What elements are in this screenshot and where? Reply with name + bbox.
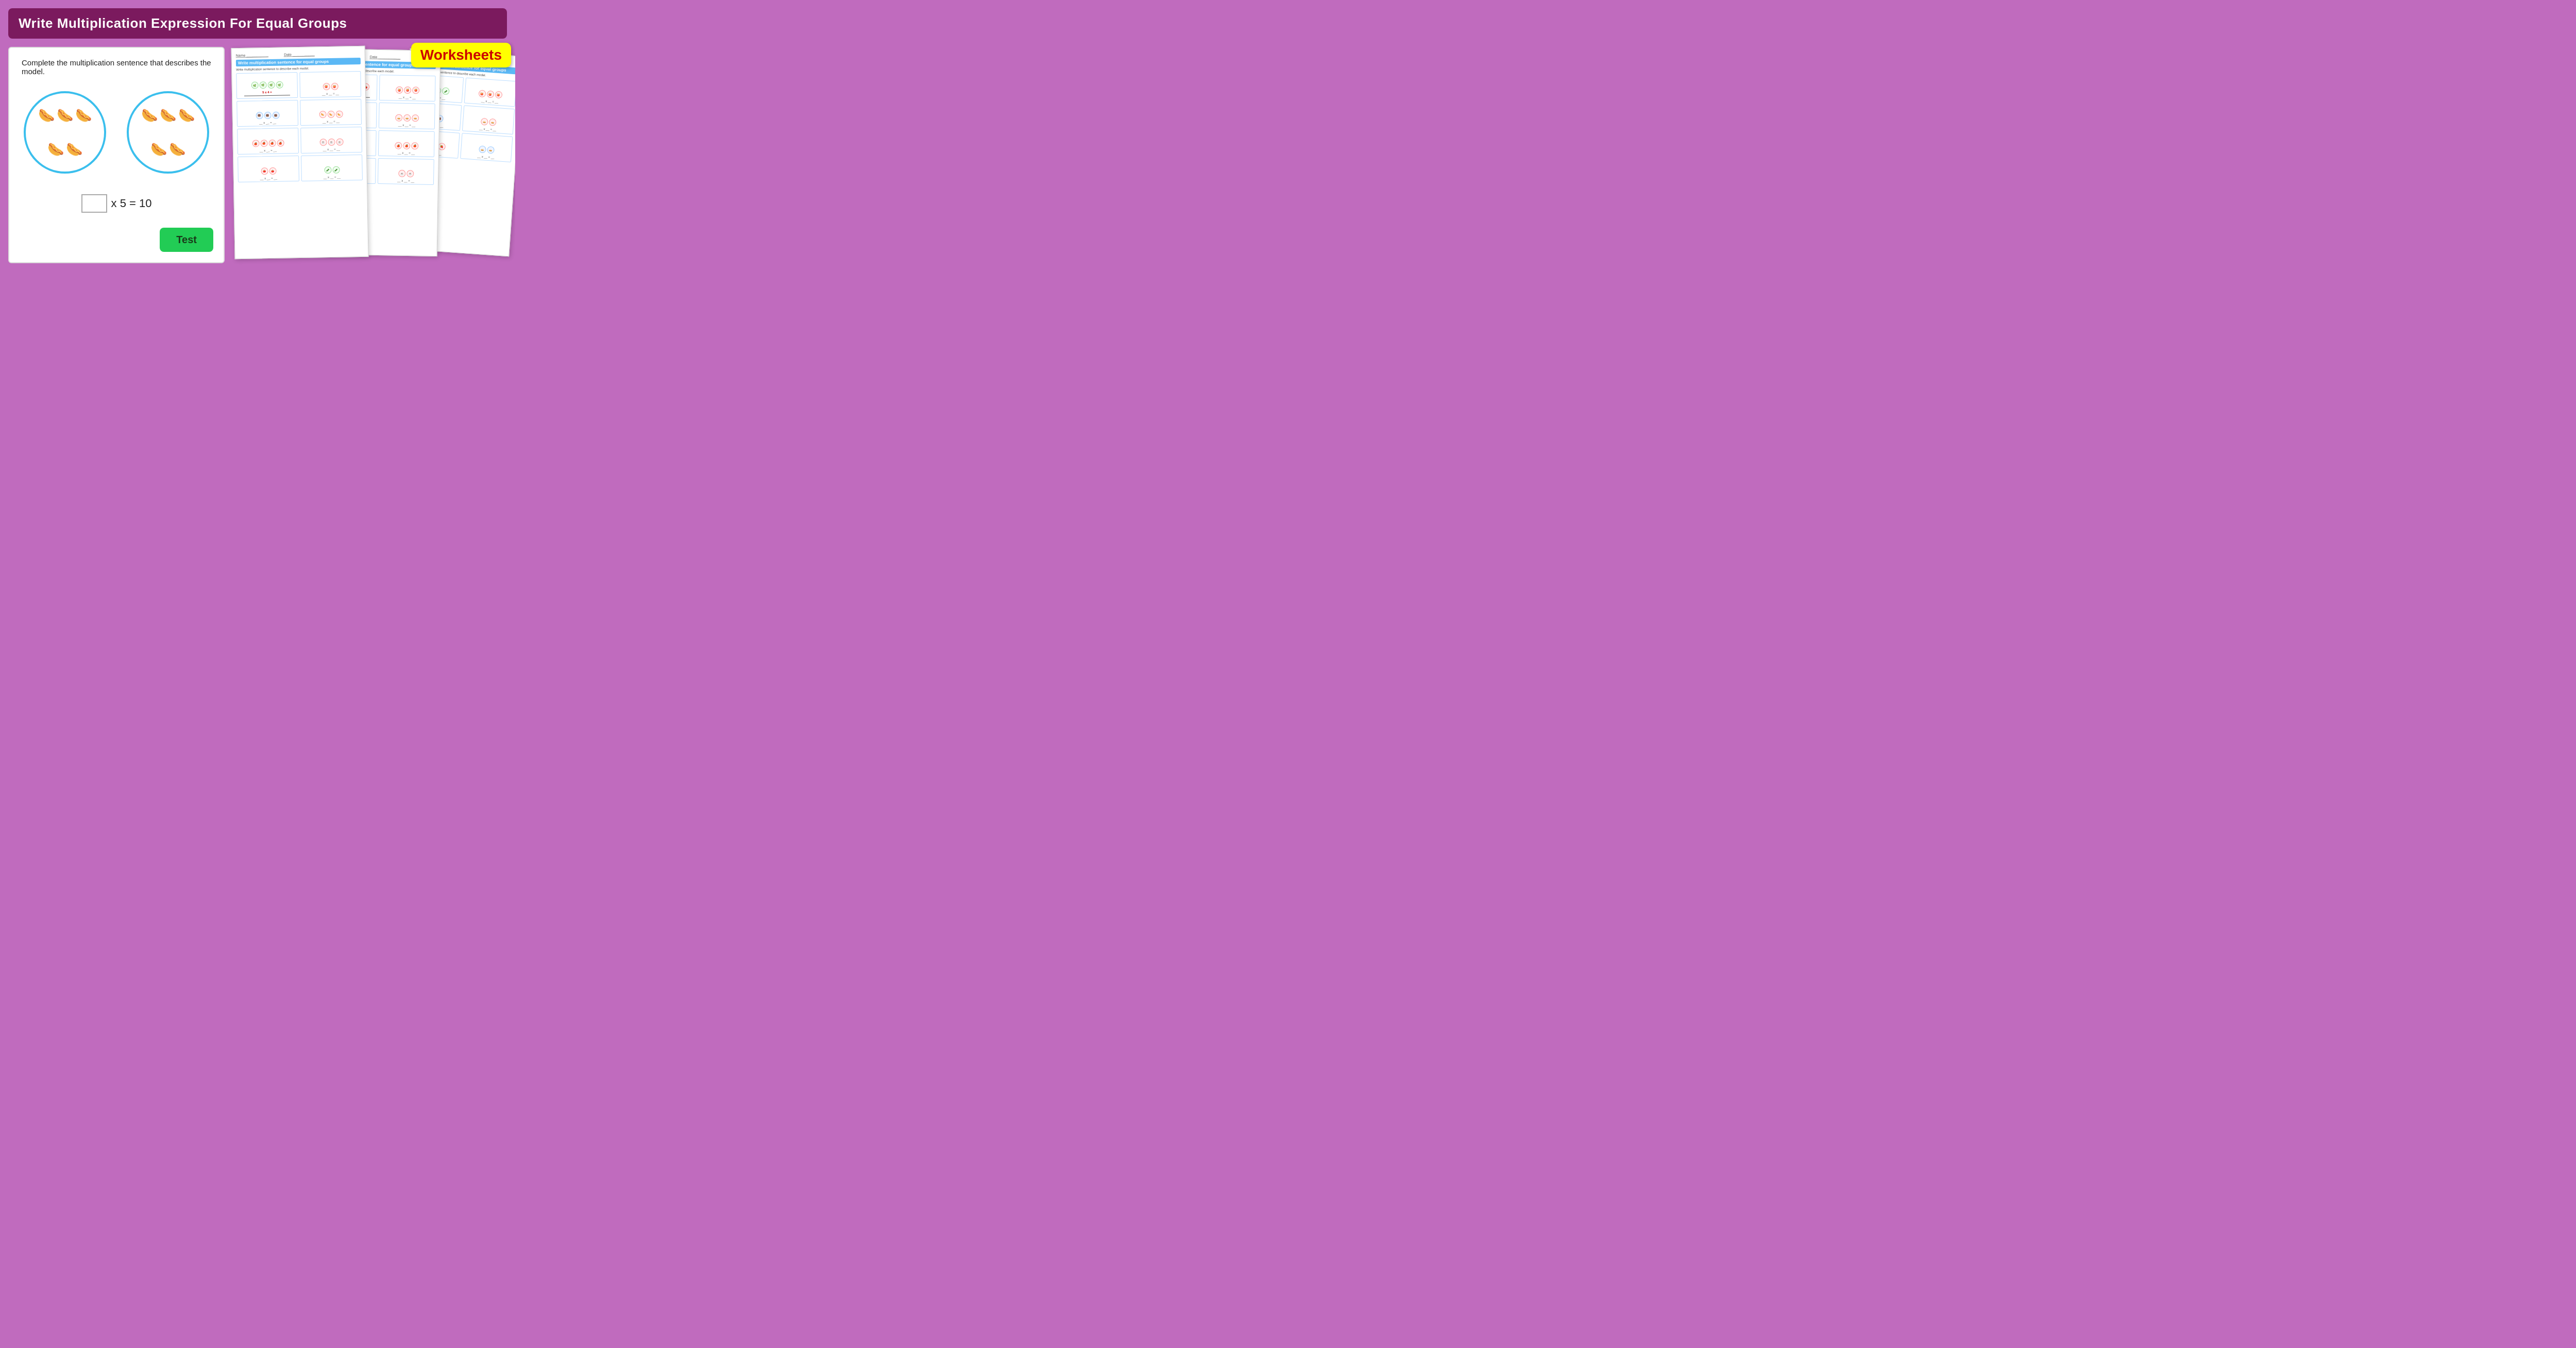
ws-back-cell-4: 🥧🥧 __ x __ = __	[462, 105, 515, 134]
hotdog-icon-8: 🌭	[178, 108, 195, 124]
worksheet-stack: Name ___________ Date ___________ Write …	[233, 47, 507, 263]
hotdog-icon-6: 🌭	[141, 108, 158, 124]
right-panel: Worksheets Name ___________ Date _______…	[233, 47, 507, 263]
ws-front-cell-4: 🌭🌭🌭 __ x __ = __	[300, 99, 362, 126]
equation-text: x 5 = 10	[111, 197, 152, 210]
ws-front-cell-8: 🥒🥒 __ x __ = __	[301, 155, 363, 181]
ws-front-subtitle: Write multiplication sentence to describ…	[236, 66, 361, 71]
hotdog-icon-9: 🌭	[150, 142, 167, 158]
equation-row: x 5 = 10	[22, 194, 211, 213]
test-button[interactable]: Test	[160, 228, 213, 252]
instruction-text: Complete the multiplication sentence tha…	[22, 58, 211, 76]
content-area: Complete the multiplication sentence tha…	[8, 47, 507, 263]
ws-front-date-label: Date ___________	[284, 52, 315, 57]
circle-group-1: 🌭 🌭 🌭 🌭 🌭	[24, 91, 106, 174]
ws-front-cell-5: 🍎🍎🍎🍎 __ x __ = __	[237, 128, 299, 155]
ws-back-cell-2: 🍑🍑🍑 __ x __ = __	[464, 77, 515, 107]
hotdog-icon-7: 🌭	[160, 108, 176, 124]
hotdog-icon-4: 🌭	[47, 142, 64, 158]
page-title: Write Multiplication Expression For Equa…	[19, 15, 497, 31]
hotdog-icon-1: 🌭	[38, 108, 55, 124]
ws-front-cell-7: 🍅🍅 __ x __ = __	[238, 156, 299, 182]
ws-front-grid: 🌿🌿🌿🌿 5 x 4 = 🍑🍑 __ x __ = __ 🐻🐻🐻 __ x __…	[236, 71, 363, 182]
ws-front-title: Write multiplication sentence for equal …	[236, 58, 361, 66]
ws-front-cell-1: 🌿🌿🌿🌿 5 x 4 =	[236, 72, 298, 99]
header-bar: Write Multiplication Expression For Equa…	[8, 8, 507, 39]
ws-front-name-label: Name ___________	[236, 53, 269, 58]
worksheet-front: Name ___________ Date ___________ Write …	[231, 46, 368, 259]
ws-front-cell-2: 🍑🍑 __ x __ = __	[299, 71, 361, 98]
ws-back-cell-6: 🥧🥧 __ x __ = __	[460, 133, 513, 162]
ws-front-highlight-eq: 5 x 4 =	[262, 91, 272, 94]
ws-mid-date-label: Date ___________	[370, 55, 401, 60]
hotdog-icon-2: 🌭	[57, 108, 73, 124]
hotdog-icon-5: 🌭	[66, 142, 82, 158]
worksheets-badge[interactable]: Worksheets	[411, 43, 511, 67]
left-panel: Complete the multiplication sentence tha…	[8, 47, 225, 263]
circle-group-2: 🌭 🌭 🌭 🌭 🌭	[127, 91, 209, 174]
circles-row: 🌭 🌭 🌭 🌭 🌭 🌭 🌭 🌭 🌭 🌭	[22, 91, 211, 174]
ws-mid-cell-4: 🥧🥧🥧 __ x __ = __	[379, 103, 435, 129]
hotdog-icon-10: 🌭	[169, 142, 185, 158]
ws-mid-cell-6: 🍎🍎🍎 __ x __ = __	[378, 130, 435, 157]
hotdog-icon-3: 🌭	[75, 108, 92, 124]
ws-mid-cell-2: 🍑🍑🍑 __ x __ = __	[379, 75, 436, 101]
ws-mid-cell-8: ☕☕ __ x __ = __	[378, 158, 434, 185]
answer-input-box[interactable]	[81, 194, 107, 213]
ws-front-cell-3: 🐻🐻🐻 __ x __ = __	[236, 100, 298, 127]
ws-front-cell-6: ☕☕☕ __ x __ = __	[300, 127, 362, 153]
